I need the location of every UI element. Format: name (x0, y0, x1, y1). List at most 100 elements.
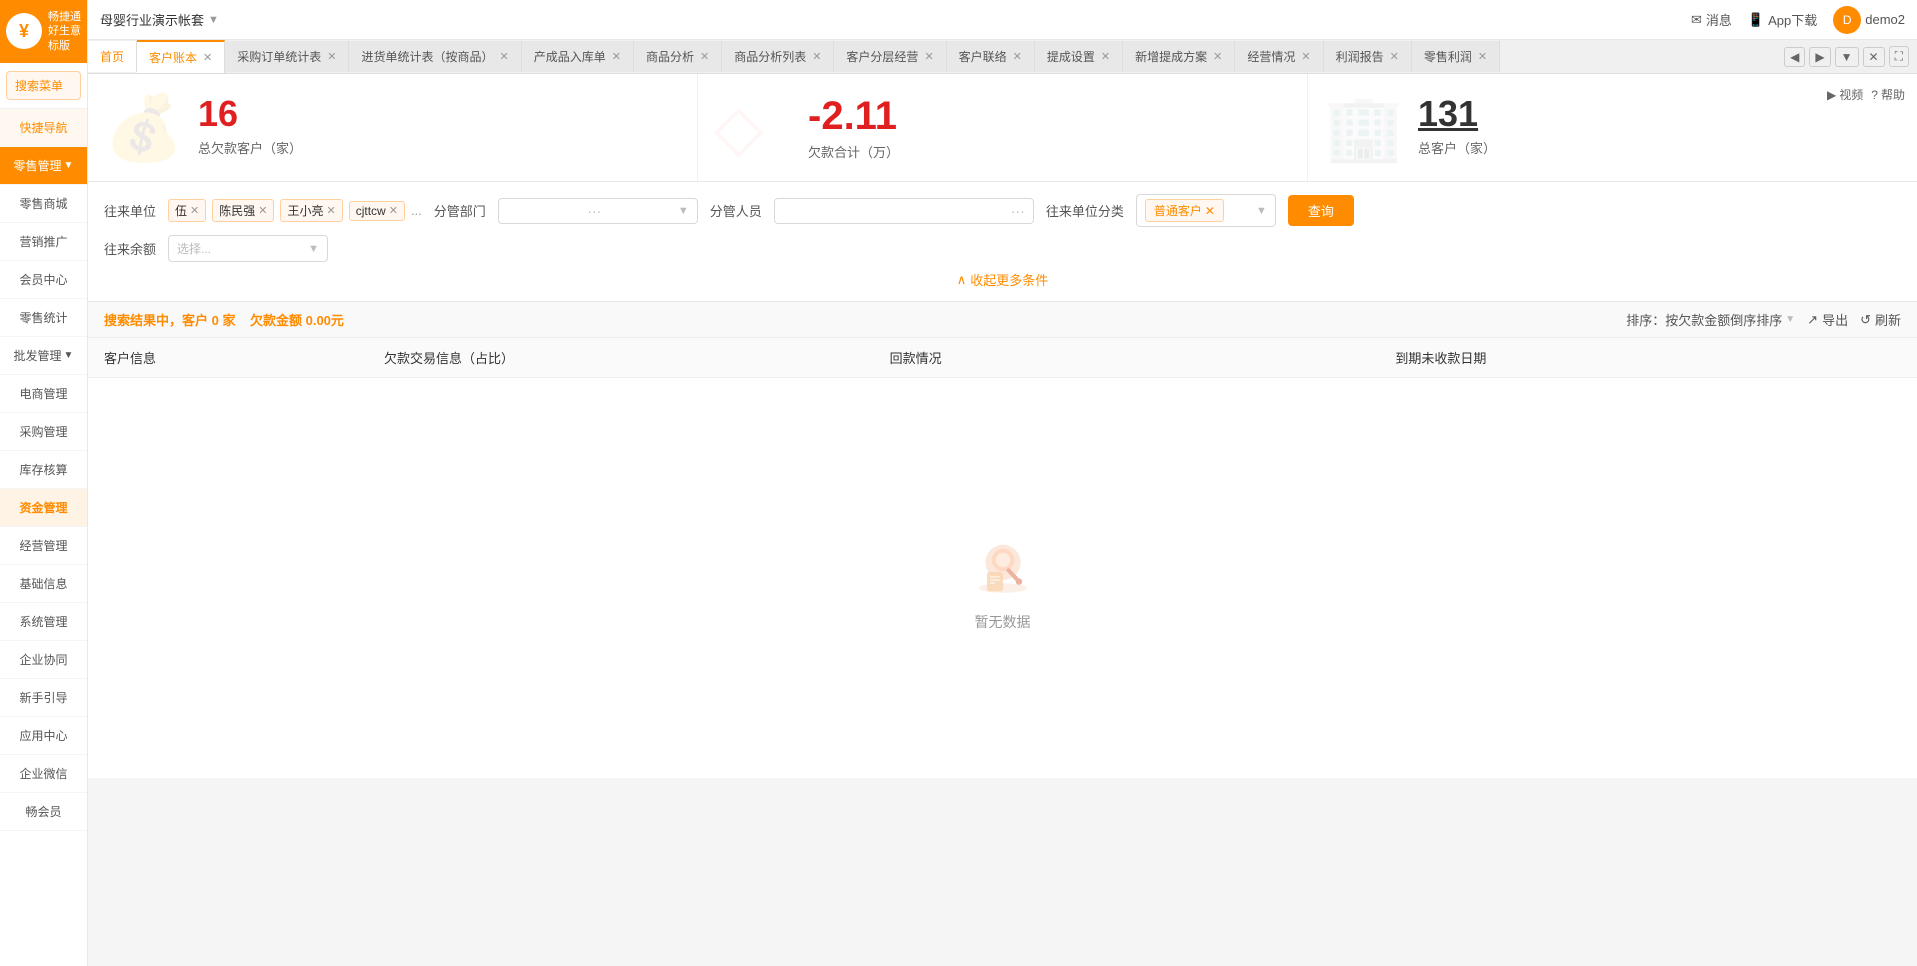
message-action[interactable]: ✉ 消息 (1691, 10, 1732, 29)
top-header: 母婴行业演示帐套 ▼ ✉ 消息 📱 App下载 D demo2 (88, 0, 1917, 40)
tab-product-inbound-close[interactable]: ✕ (612, 50, 621, 63)
vip-member-label: 畅会员 (25, 803, 61, 820)
person-filter-label: 分管人员 (710, 201, 762, 220)
main-area: 母婴行业演示帐套 ▼ ✉ 消息 📱 App下载 D demo2 首页 (88, 0, 1917, 966)
sidebar-item-ecommerce[interactable]: 电商管理 (0, 375, 87, 413)
sidebar-item-finance[interactable]: 资金管理 (0, 489, 87, 527)
tab-menu-button[interactable]: ▼ (1835, 47, 1859, 67)
sys-mgmt-label: 系统管理 (19, 613, 67, 630)
export-icon: ↗ (1807, 312, 1818, 328)
tab-product-analysis-list-close[interactable]: ✕ (812, 50, 821, 63)
filter-tag-3[interactable]: 王小亮 ✕ (280, 199, 342, 222)
query-button[interactable]: 查询 (1288, 195, 1354, 226)
tab-fullscreen-button[interactable]: ⛶ (1889, 46, 1909, 67)
tab-customer-tier[interactable]: 客户分层经营 ✕ (834, 41, 946, 72)
tab-profit-report[interactable]: 利润报告 ✕ (1324, 41, 1412, 72)
balance-dropdown-icon: ▼ (308, 243, 319, 255)
sidebar-item-vip-member[interactable]: 畅会员 (0, 793, 87, 831)
sidebar-item-quick-nav[interactable]: 快捷导航 (0, 109, 87, 147)
tab-promotion-settings[interactable]: 提成设置 ✕ (1035, 41, 1123, 72)
tab-operations-status-close[interactable]: ✕ (1301, 50, 1310, 63)
tab-customer-tier-close[interactable]: ✕ (924, 50, 933, 63)
tab-product-inbound[interactable]: 产成品入库单 ✕ (522, 41, 634, 72)
tab-purchase-order-stats[interactable]: 采购订单统计表 ✕ (225, 41, 349, 72)
filter-tag-3-close[interactable]: ✕ (327, 204, 336, 217)
stat-card-total-customers: 🏢 131 总客户（家） ▶ 视频 ? 帮助 (1308, 74, 1917, 181)
tab-new-promotion-plan[interactable]: 新增提成方案 ✕ (1123, 41, 1235, 72)
tab-inbound-stats-label: 进货单统计表（按商品） (361, 48, 493, 65)
category-filter-select[interactable]: 普通客户 ✕ ▼ (1136, 194, 1276, 227)
category-tag-close[interactable]: ✕ (1205, 204, 1215, 218)
sidebar-logo[interactable]: ¥ 畅捷通好生意 标版 (0, 0, 87, 63)
tab-product-analysis[interactable]: 商品分析 ✕ (634, 41, 722, 72)
tab-customer-capital[interactable]: 客户账本 ✕ (137, 40, 225, 73)
filter-tag-1-text: 伍 (175, 202, 187, 219)
filter-tag-1-close[interactable]: ✕ (190, 204, 199, 217)
filter-tag-4[interactable]: cjttcw ✕ (349, 201, 405, 221)
tab-customer-contact-close[interactable]: ✕ (1013, 50, 1022, 63)
sidebar-item-member-center[interactable]: 会员中心 (0, 261, 87, 299)
sidebar-item-retail-stats[interactable]: 零售统计 (0, 299, 87, 337)
logo-text: 畅捷通好生意 标版 (48, 10, 81, 53)
tab-purchase-order-stats-label: 采购订单统计表 (237, 48, 321, 65)
sidebar-item-operations[interactable]: 经营管理 (0, 527, 87, 565)
filter-tag-2-close[interactable]: ✕ (258, 204, 267, 217)
filter-tag-3-text: 王小亮 (287, 202, 323, 219)
sort-selector[interactable]: 排序：按欠款金额倒序排序 ▼ (1626, 310, 1795, 329)
tab-customer-capital-close[interactable]: ✕ (203, 51, 212, 64)
person-filter-select[interactable]: ··· (774, 198, 1034, 224)
filter-more-tags[interactable]: ... (411, 203, 422, 218)
sidebar-item-inventory[interactable]: 库存核算 (0, 451, 87, 489)
tab-prev-button[interactable]: ◀ (1784, 47, 1805, 67)
tab-inbound-stats[interactable]: 进货单统计表（按商品） ✕ (349, 41, 521, 72)
filter-tag-4-close[interactable]: ✕ (389, 204, 398, 217)
tab-profit-report-close[interactable]: ✕ (1390, 50, 1399, 63)
sidebar-item-sys-mgmt[interactable]: 系统管理 (0, 603, 87, 641)
video-link[interactable]: ▶ 视频 (1827, 86, 1863, 103)
sidebar-item-app-center[interactable]: 应用中心 (0, 717, 87, 755)
sidebar: ¥ 畅捷通好生意 标版 搜索菜单 快捷导航 零售管理 ▼ 零售商城 营销推广 会… (0, 0, 88, 966)
refresh-button[interactable]: ↺ 刷新 (1860, 310, 1901, 329)
filter-tag-2[interactable]: 陈民强 ✕ (212, 199, 274, 222)
help-link[interactable]: ? 帮助 (1871, 86, 1905, 103)
quick-nav-label: 快捷导航 (19, 119, 67, 136)
stat-card-credit-amount: ◇ -2.11 欠款合计（万） (698, 74, 1308, 181)
balance-filter-select[interactable]: 选择... ▼ (168, 235, 328, 262)
dept-filter-select[interactable]: ··· ▼ (498, 198, 698, 224)
tab-operations-status[interactable]: 经营情况 ✕ (1235, 41, 1323, 72)
export-button[interactable]: ↗ 导出 (1807, 310, 1848, 329)
sidebar-item-marketing[interactable]: 营销推广 (0, 223, 87, 261)
collapse-button[interactable]: ∧ 收起更多条件 (104, 270, 1901, 289)
tab-next-button[interactable]: ▶ (1809, 47, 1830, 67)
tab-product-analysis-list[interactable]: 商品分析列表 ✕ (722, 41, 834, 72)
sidebar-item-batch-mgmt[interactable]: 批发管理 ▼ (0, 337, 87, 375)
filter-tag-2-text: 陈民强 (219, 202, 255, 219)
sidebar-item-enterprise[interactable]: 企业协同 (0, 641, 87, 679)
tab-product-analysis-close[interactable]: ✕ (700, 50, 709, 63)
tab-home[interactable]: 首页 (88, 41, 137, 72)
tab-close-all-button[interactable]: ✕ (1863, 47, 1885, 67)
filter-tag-1[interactable]: 伍 ✕ (168, 199, 206, 222)
tab-promotion-settings-close[interactable]: ✕ (1101, 50, 1110, 63)
tab-retail-profit-close[interactable]: ✕ (1478, 50, 1487, 63)
sidebar-item-basic-info[interactable]: 基础信息 (0, 565, 87, 603)
org-selector[interactable]: 母婴行业演示帐套 ▼ (100, 10, 219, 29)
stat-value-credit-amount: -2.11 (808, 94, 899, 138)
dept-dropdown-icon: ▼ (678, 205, 689, 217)
sidebar-item-retail-mall[interactable]: 零售商城 (0, 185, 87, 223)
tab-profit-report-label: 利润报告 (1336, 48, 1384, 65)
user-profile[interactable]: D demo2 (1833, 6, 1905, 34)
sidebar-item-purchase[interactable]: 采购管理 (0, 413, 87, 451)
tab-bar-controls: ◀ ▶ ▼ ✕ ⛶ (1776, 46, 1917, 67)
sidebar-item-wechat[interactable]: 企业微信 (0, 755, 87, 793)
tab-purchase-order-stats-close[interactable]: ✕ (327, 50, 336, 63)
new-guide-label: 新手引导 (19, 689, 67, 706)
sidebar-item-retail-mgmt[interactable]: 零售管理 ▼ (0, 147, 87, 185)
search-menu-button[interactable]: 搜索菜单 (6, 71, 81, 100)
tab-new-promotion-plan-close[interactable]: ✕ (1213, 50, 1222, 63)
app-download-action[interactable]: 📱 App下载 (1748, 10, 1817, 29)
sidebar-item-new-guide[interactable]: 新手引导 (0, 679, 87, 717)
tab-retail-profit[interactable]: 零售利润 ✕ (1412, 41, 1500, 72)
tab-customer-contact[interactable]: 客户联络 ✕ (947, 41, 1035, 72)
tab-inbound-stats-close[interactable]: ✕ (500, 50, 509, 63)
